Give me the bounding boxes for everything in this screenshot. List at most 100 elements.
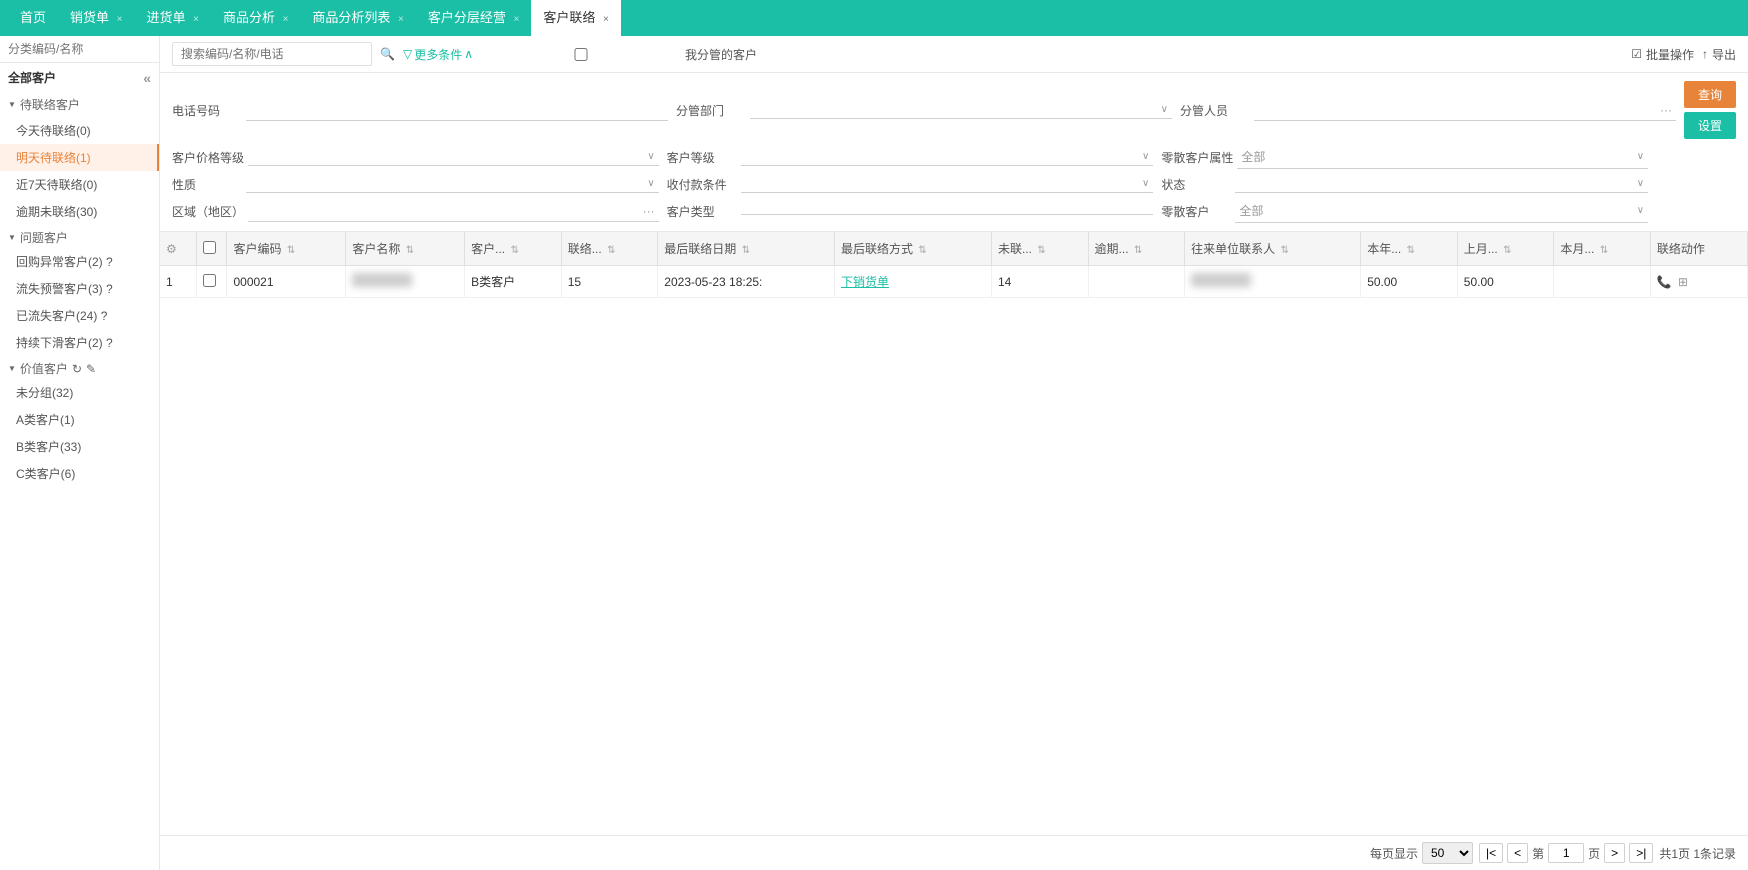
payment-arrow: ∨ [1142,178,1149,189]
sidebar-item-ungrouped[interactable]: 未分组(32) [0,379,159,406]
last-page-button[interactable]: >| [1629,843,1653,863]
td-last-month: 50.00 [1457,266,1554,298]
prev-page-button[interactable]: < [1507,843,1528,863]
nav-customer-contact[interactable]: 客户联络 × [531,0,620,36]
phone-input[interactable] [246,100,668,121]
th-uncontacted[interactable]: 未联... ⇅ [991,232,1088,266]
nature-arrow: ∨ [647,178,654,189]
close-product-analysis[interactable]: × [283,14,289,25]
nav-product-analysis-list[interactable]: 商品分析列表 × [300,0,415,36]
refresh-icon[interactable]: ↻ [72,362,82,376]
th-this-year[interactable]: 本年... ⇅ [1361,232,1458,266]
nav-purchase[interactable]: 进货单 × [134,0,210,36]
query-button[interactable]: 查询 [1684,81,1736,108]
retail-attr-arrow: ∨ [1637,151,1644,162]
sidebar-search-area: 🔍 [0,36,159,63]
th-last-contact-method[interactable]: 最后联络方式 ⇅ [834,232,991,266]
sort-code-icon: ⇅ [287,245,295,256]
more-action-icon[interactable]: ⊞ [1678,275,1688,289]
gear-icon[interactable]: ⚙ [166,242,177,256]
close-sales[interactable]: × [117,14,123,25]
collapse-icon[interactable]: « [143,70,151,86]
department-label: 分管部门 [676,102,746,119]
filter-department: 分管部门 ∨ [676,101,1172,119]
retail-attr-select[interactable]: 全部 ∨ [1237,145,1648,169]
area-select[interactable]: ··· [248,201,659,222]
sidebar-item-7days[interactable]: 近7天待联络(0) [0,171,159,198]
status-select[interactable]: ∨ [1235,175,1648,193]
close-purchase[interactable]: × [193,14,199,25]
sidebar-item-churn-warning[interactable]: 流失预警客户(3) ? [0,275,159,302]
search-button[interactable]: 🔍 [380,47,395,61]
th-contact-count[interactable]: 联络... ⇅ [561,232,658,266]
nav-sales[interactable]: 销货单 × [58,0,134,36]
sidebar-item-churned[interactable]: 已流失客户(24) ? [0,302,159,329]
nature-select[interactable]: ∨ [246,175,659,193]
export-button[interactable]: ↑ 导出 [1702,46,1736,63]
customer-level-select[interactable]: ∨ [741,148,1154,166]
phone-action-icon[interactable]: 📞 [1657,275,1672,289]
td-contact-count: 15 [561,266,658,298]
sidebar-item-repurchase[interactable]: 回购异常客户(2) ? [0,248,159,275]
filter-price-level: 客户价格等级 ∨ [172,148,659,166]
page-number-input[interactable] [1548,843,1584,863]
person-select[interactable]: ··· [1254,100,1676,121]
select-all-checkbox[interactable] [203,241,216,254]
close-product-analysis-list[interactable]: × [398,14,404,25]
retail-attr-value: 全部 [1241,148,1265,165]
th-code[interactable]: 客户编码 ⇅ [227,232,346,266]
help-icon-churn: ? [106,282,113,296]
sort-type-icon: ⇅ [510,245,518,256]
sidebar-item-a-class[interactable]: A类客户(1) [0,406,159,433]
sidebar-item-today[interactable]: 今天待联络(0) [0,117,159,144]
edit-icon-value[interactable]: ✎ [86,362,96,376]
sidebar-all-customers[interactable]: 全部客户 « [0,63,159,92]
payment-select[interactable]: ∨ [741,175,1154,193]
nav-product-analysis[interactable]: 商品分析 × [211,0,300,36]
sort-uncontacted-icon: ⇅ [1037,245,1045,256]
sidebar-item-c-class[interactable]: C类客户(6) [0,460,159,487]
customer-type-select[interactable] [741,208,1154,215]
row-checkbox[interactable] [203,274,216,287]
search-input[interactable] [172,42,372,66]
next-page-button[interactable]: > [1604,843,1625,863]
th-last-month[interactable]: 上月... ⇅ [1457,232,1554,266]
main-layout: 🔍 全部客户 « 待联络客户 今天待联络(0) 明天待联络(1) 近7天待联络(… [0,36,1748,870]
th-overdue[interactable]: 逾期... ⇅ [1088,232,1185,266]
th-last-contact-date[interactable]: 最后联络日期 ⇅ [658,232,835,266]
filter-customer-level: 客户等级 ∨ [667,148,1154,166]
filter-retail-attr: 零散客户属性 全部 ∨ [1161,145,1648,169]
my-customers-toggle[interactable]: 我分管的客户 [481,46,757,63]
price-level-select[interactable]: ∨ [248,148,659,166]
sidebar-item-overdue[interactable]: 逾期未联络(30) [0,198,159,225]
customer-level-arrow: ∨ [1142,151,1149,162]
my-customers-checkbox[interactable] [481,48,681,61]
sidebar-group-problem: 问题客户 [0,225,159,248]
page-size-select[interactable]: 50 100 200 [1422,842,1473,864]
filter-payment: 收付款条件 ∨ [667,175,1154,193]
person-dots[interactable]: ··· [1660,103,1672,117]
close-customer-contact[interactable]: × [603,14,609,25]
sidebar-search-input[interactable] [8,42,160,56]
filter-phone: 电话号码 [172,100,668,121]
th-customer-type[interactable]: 客户... ⇅ [465,232,562,266]
th-name[interactable]: 客户名称 ⇅ [346,232,465,266]
retail-customer-select[interactable]: 全部 ∨ [1235,199,1648,223]
sidebar-item-b-class[interactable]: B类客户(33) [0,433,159,460]
sidebar-item-tomorrow[interactable]: 明天待联络(1) [0,144,159,171]
th-unit-contact[interactable]: 往来单位联系人 ⇅ [1185,232,1361,266]
bulk-action-button[interactable]: ☑ 批量操作 [1631,46,1694,63]
area-dots[interactable]: ··· [643,204,655,218]
td-overdue [1088,266,1185,298]
more-conditions-toggle[interactable]: ▽ 更多条件 ∧ [403,46,473,63]
first-page-button[interactable]: |< [1479,843,1503,863]
nav-customer-tier[interactable]: 客户分层经营 × [416,0,531,36]
department-select[interactable]: ∨ [750,101,1172,119]
reset-button[interactable]: 设置 [1684,112,1736,139]
sidebar-item-declining[interactable]: 持续下滑客户(2) ? [0,329,159,356]
contact-method-link[interactable]: 下销货单 [841,275,889,289]
close-customer-tier[interactable]: × [514,14,520,25]
nav-home[interactable]: 首页 [8,0,58,36]
th-this-month[interactable]: 本月... ⇅ [1554,232,1651,266]
sort-overdue-icon: ⇅ [1134,245,1142,256]
